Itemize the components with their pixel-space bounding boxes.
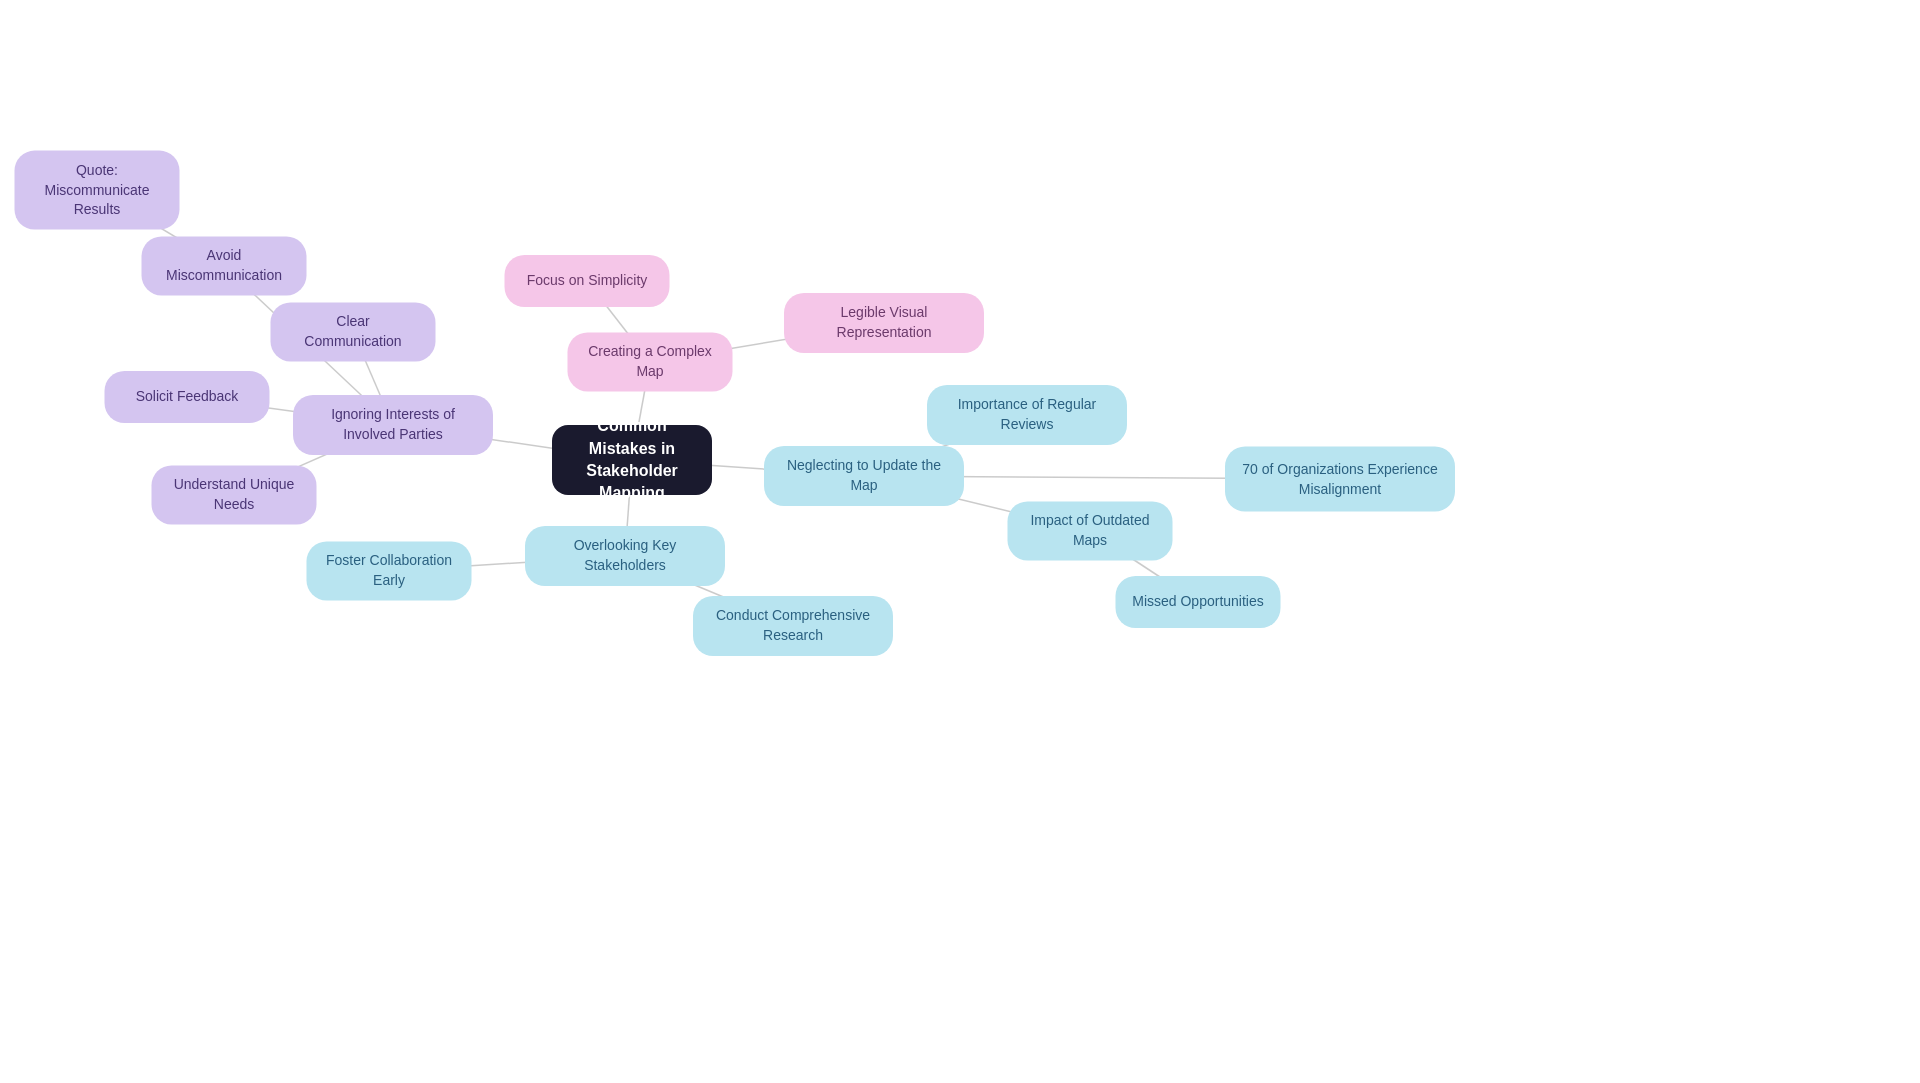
node-quote_misc[interactable]: Quote: Miscommunicate Results	[15, 151, 180, 230]
node-org_misalignment[interactable]: 70 of Organizations Experience Misalignm…	[1225, 447, 1455, 512]
node-legible_visual[interactable]: Legible Visual Representation	[784, 293, 984, 353]
node-impact_outdated[interactable]: Impact of Outdated Maps	[1008, 501, 1173, 560]
node-missed_opp[interactable]: Missed Opportunities	[1116, 576, 1281, 628]
mindmap-container: Common Mistakes in Stakeholder Mapping Cr…	[0, 0, 1920, 1083]
node-center[interactable]: Common Mistakes in Stakeholder Mapping	[552, 425, 712, 495]
node-avoid_misc[interactable]: Avoid Miscommunication	[142, 236, 307, 295]
node-overlooking_key[interactable]: Overlooking Key Stakeholders	[525, 526, 725, 586]
node-clear_comm[interactable]: Clear Communication	[271, 302, 436, 361]
node-solicit_feedback[interactable]: Solicit Feedback	[105, 371, 270, 423]
node-conduct_research[interactable]: Conduct Comprehensive Research	[693, 596, 893, 656]
connections-svg	[0, 0, 1920, 1083]
node-understand_needs[interactable]: Understand Unique Needs	[152, 465, 317, 524]
node-creating_complex_map[interactable]: Creating a Complex Map	[568, 332, 733, 391]
node-focus_simplicity[interactable]: Focus on Simplicity	[505, 255, 670, 307]
node-foster_collab[interactable]: Foster Collaboration Early	[307, 541, 472, 600]
node-importance_reviews[interactable]: Importance of Regular Reviews	[927, 385, 1127, 445]
node-ignoring_interests[interactable]: Ignoring Interests of Involved Parties	[293, 395, 493, 455]
node-neglecting_update[interactable]: Neglecting to Update the Map	[764, 446, 964, 506]
